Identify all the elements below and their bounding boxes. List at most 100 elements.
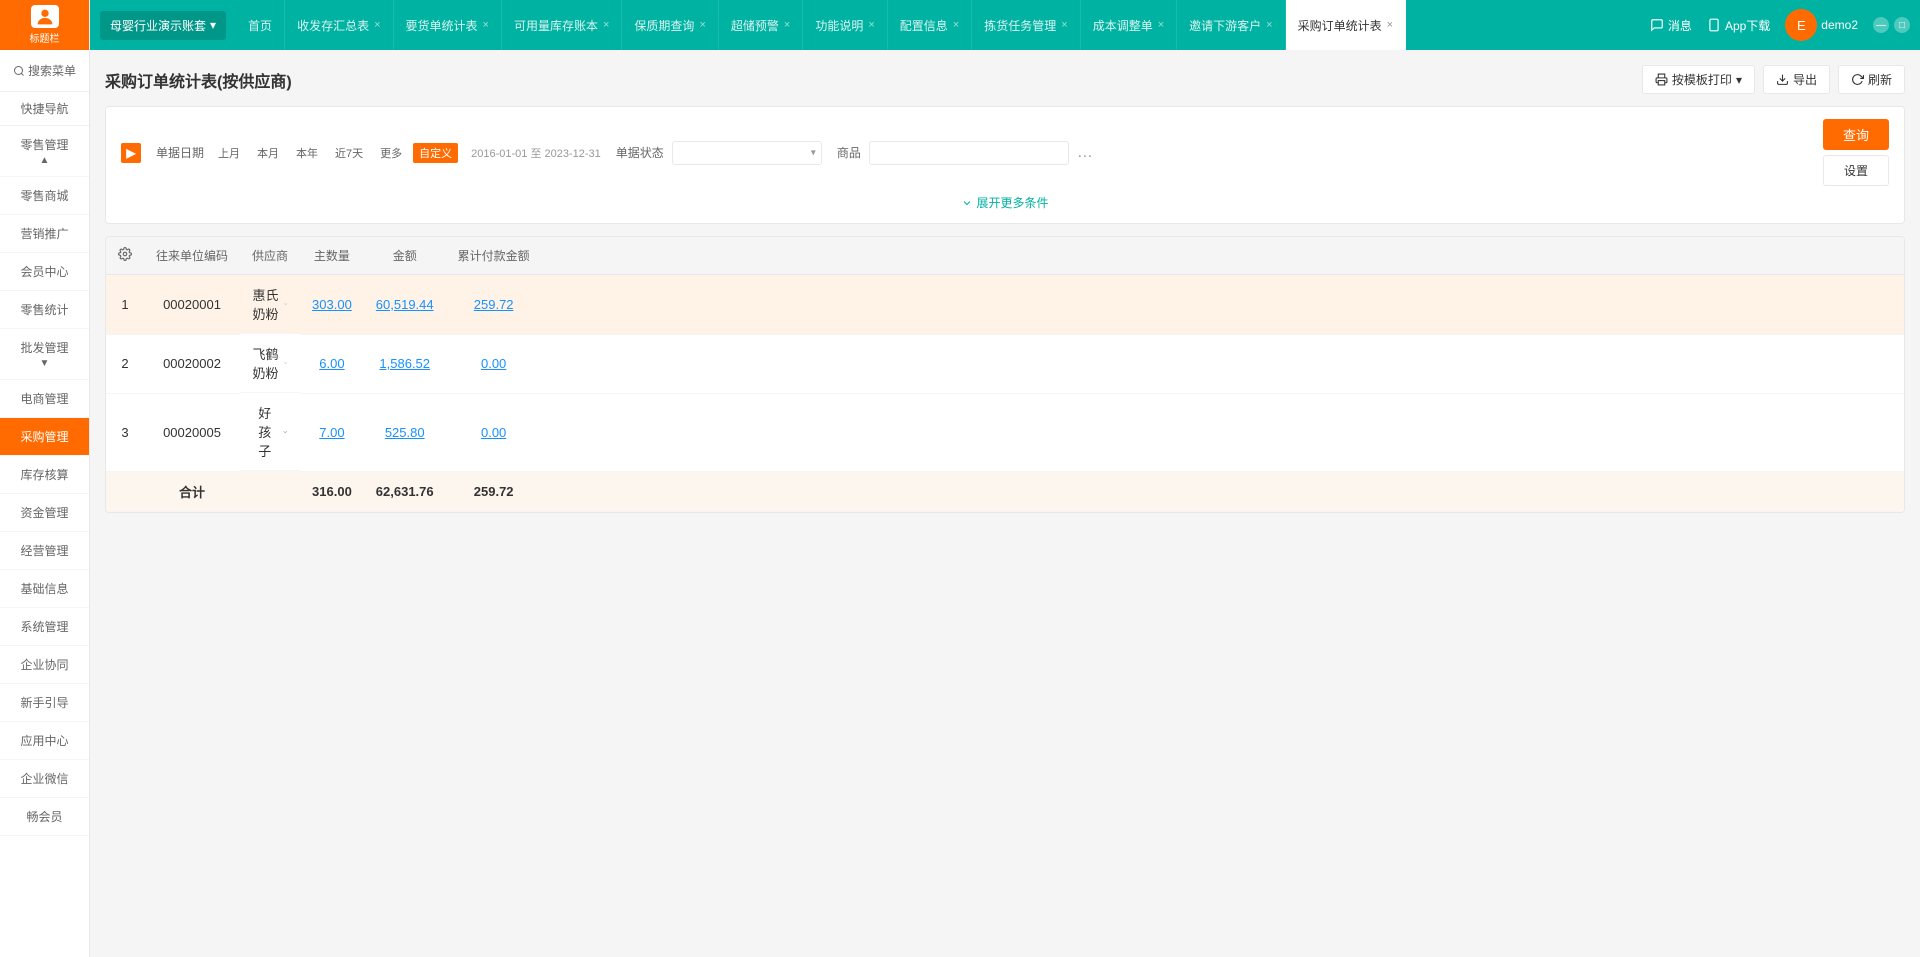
dropdown-arrow-icon: ▾ xyxy=(210,18,216,32)
window-controls: — □ xyxy=(1873,17,1910,33)
maximize-button[interactable]: □ xyxy=(1894,17,1910,33)
page-header: 采购订单统计表(按供应商) 按模板打印 ▾ 导出 刷新 xyxy=(105,65,1905,94)
date-shortcut-custom[interactable]: 自定义 xyxy=(413,143,458,163)
sidebar-item-ecommerce[interactable]: 电商管理 xyxy=(0,380,89,418)
sidebar-item-operations[interactable]: 经营管理 xyxy=(0,532,89,570)
query-button[interactable]: 查询 xyxy=(1823,119,1889,150)
date-shortcut-more[interactable]: 更多 xyxy=(374,143,408,163)
tab-demand[interactable]: 要货单统计表 × xyxy=(394,0,502,50)
page-title-text: 采购订单统计表(按供应商) xyxy=(105,68,292,92)
filter-toggle-button[interactable]: ▶ xyxy=(121,143,141,163)
sidebar-item-retail-shop[interactable]: 零售商城 xyxy=(0,177,89,215)
cell-supplier: 飞鹤奶粉 xyxy=(240,334,300,393)
cell-supplier: 惠氏奶粉 xyxy=(240,275,300,334)
tab-pick-task[interactable]: 拣货任务管理 × xyxy=(972,0,1080,50)
logo-text: 标题栏 xyxy=(30,30,60,45)
tab-available-inventory[interactable]: 可用量库存账本 × xyxy=(502,0,622,50)
sidebar-item-retail-management[interactable]: 零售管理 ▲ xyxy=(0,126,89,177)
cell-supplier: 好孩子 xyxy=(240,393,300,471)
date-shortcut-last-month[interactable]: 上月 xyxy=(212,143,246,163)
tab-close-icon[interactable]: × xyxy=(1158,19,1164,31)
topbar: 母婴行业演示账套 ▾ 首页 收发存汇总表 × 要货单统计表 × 可用量库存账本 … xyxy=(90,0,1920,50)
status-select[interactable] xyxy=(672,141,822,165)
filter-row-1: ▶ 单据日期 上月 本月 本年 近7天 更多 自定义 2016-01-01 至 … xyxy=(121,119,1889,186)
footer-quantity: 316.00 xyxy=(300,471,364,511)
sidebar-item-system[interactable]: 系统管理 xyxy=(0,608,89,646)
status-filter-label: 单据状态 xyxy=(616,144,664,161)
cell-amount: 60,519.44 xyxy=(364,275,446,335)
tab-close-icon-active[interactable]: × xyxy=(1387,19,1393,31)
tab-close-icon[interactable]: × xyxy=(699,19,705,31)
quick-nav-item[interactable]: 快捷导航 xyxy=(0,92,89,126)
tab-close-icon[interactable]: × xyxy=(1266,19,1272,31)
sidebar-item-marketing[interactable]: 营销推广 xyxy=(0,215,89,253)
sidebar-item-wholesale[interactable]: 批发管理 ▼ xyxy=(0,329,89,380)
table-header-paid: 累计付款金额 xyxy=(446,237,542,275)
status-select-wrapper xyxy=(672,141,822,165)
table-row[interactable]: 1 00020001 惠氏奶粉 303.00 60,519.44 259.72 xyxy=(106,275,1904,335)
sidebar-item-app-center[interactable]: 应用中心 xyxy=(0,722,89,760)
tab-close-icon[interactable]: × xyxy=(953,19,959,31)
sidebar-item-finance[interactable]: 资金管理 xyxy=(0,494,89,532)
cell-amount: 525.80 xyxy=(364,393,446,471)
tab-close-icon[interactable]: × xyxy=(374,19,380,31)
settings-button[interactable]: 设置 xyxy=(1823,155,1889,186)
search-menu-section[interactable]: 搜索菜单 xyxy=(0,50,89,92)
tab-bar: 首页 收发存汇总表 × 要货单统计表 × 可用量库存账本 × 保质期查询 × 超… xyxy=(236,0,1650,50)
expand-more-button[interactable]: 展开更多条件 xyxy=(961,194,1048,211)
sidebar-item-basic-info[interactable]: 基础信息 xyxy=(0,570,89,608)
date-shortcut-this-month[interactable]: 本月 xyxy=(251,143,285,163)
goods-filter-group: 商品 … xyxy=(837,141,1098,165)
tab-close-icon[interactable]: × xyxy=(1061,19,1067,31)
refresh-button[interactable]: 刷新 xyxy=(1838,65,1905,94)
sidebar-item-enterprise[interactable]: 企业协同 xyxy=(0,646,89,684)
footer-empty-1 xyxy=(106,471,144,511)
date-shortcut-7days[interactable]: 近7天 xyxy=(329,143,369,163)
minimize-button[interactable]: — xyxy=(1873,17,1889,33)
date-shortcut-this-year[interactable]: 本年 xyxy=(290,143,324,163)
cell-code: 00020005 xyxy=(144,393,240,471)
table-header-supplier: 供应商 xyxy=(240,237,300,275)
goods-more-button[interactable]: … xyxy=(1077,144,1093,162)
goods-input[interactable] xyxy=(869,141,1069,165)
tab-close-icon[interactable]: × xyxy=(603,19,609,31)
tab-overstock[interactable]: 超储预警 × xyxy=(719,0,803,50)
tab-purchase-stats[interactable]: 采购订单统计表 × xyxy=(1286,0,1406,50)
tab-function-desc[interactable]: 功能说明 × xyxy=(803,0,887,50)
tab-cost-adjust[interactable]: 成本调整单 × xyxy=(1081,0,1177,50)
table-header-code: 往来单位编码 xyxy=(144,237,240,275)
cell-quantity: 6.00 xyxy=(300,334,364,393)
tab-expiry[interactable]: 保质期查询 × xyxy=(622,0,718,50)
user-menu[interactable]: E demo2 xyxy=(1785,9,1858,41)
tab-invite-downstream[interactable]: 邀请下游客户 × xyxy=(1177,0,1285,50)
search-menu-button[interactable]: 搜索菜单 xyxy=(6,58,83,83)
sidebar-item-wechat[interactable]: 企业微信 xyxy=(0,760,89,798)
app-download-button[interactable]: App下载 xyxy=(1707,17,1770,34)
tab-close-icon[interactable]: × xyxy=(868,19,874,31)
purchase-stats-table: 往来单位编码 供应商 主数量 金额 累计付款金额 1 00020001 惠氏奶粉… xyxy=(106,237,1904,512)
industry-dropdown[interactable]: 母婴行业演示账套 ▾ xyxy=(100,11,226,40)
table-header-settings xyxy=(106,237,144,275)
table-header-row: 往来单位编码 供应商 主数量 金额 累计付款金额 xyxy=(106,237,1904,275)
tab-config-info[interactable]: 配置信息 × xyxy=(888,0,972,50)
cell-code: 00020001 xyxy=(144,275,240,335)
sidebar-item-retail-stats[interactable]: 零售统计 xyxy=(0,291,89,329)
main-content: 母婴行业演示账套 ▾ 首页 收发存汇总表 × 要货单统计表 × 可用量库存账本 … xyxy=(90,0,1920,957)
message-button[interactable]: 消息 xyxy=(1650,17,1692,34)
sidebar-item-member2[interactable]: 畅会员 xyxy=(0,798,89,836)
tab-close-icon[interactable]: × xyxy=(483,19,489,31)
sidebar-item-member[interactable]: 会员中心 xyxy=(0,253,89,291)
sidebar-item-new-guide[interactable]: 新手引导 xyxy=(0,684,89,722)
table-row[interactable]: 3 00020005 好孩子 7.00 525.80 0.00 xyxy=(106,393,1904,471)
tab-close-icon[interactable]: × xyxy=(784,19,790,31)
sidebar-item-purchase[interactable]: 采购管理 xyxy=(0,418,89,456)
print-button[interactable]: 按模板打印 ▾ xyxy=(1642,65,1755,94)
tab-collection[interactable]: 收发存汇总表 × xyxy=(285,0,393,50)
cell-code: 00020002 xyxy=(144,334,240,393)
table-row[interactable]: 2 00020002 飞鹤奶粉 6.00 1,586.52 0.00 xyxy=(106,334,1904,393)
table-header-extra xyxy=(542,237,1904,275)
sidebar-item-inventory[interactable]: 库存核算 xyxy=(0,456,89,494)
table-footer: 合计 316.00 62,631.76 259.72 xyxy=(106,471,1904,511)
export-button[interactable]: 导出 xyxy=(1763,65,1830,94)
tab-home[interactable]: 首页 xyxy=(236,0,285,50)
